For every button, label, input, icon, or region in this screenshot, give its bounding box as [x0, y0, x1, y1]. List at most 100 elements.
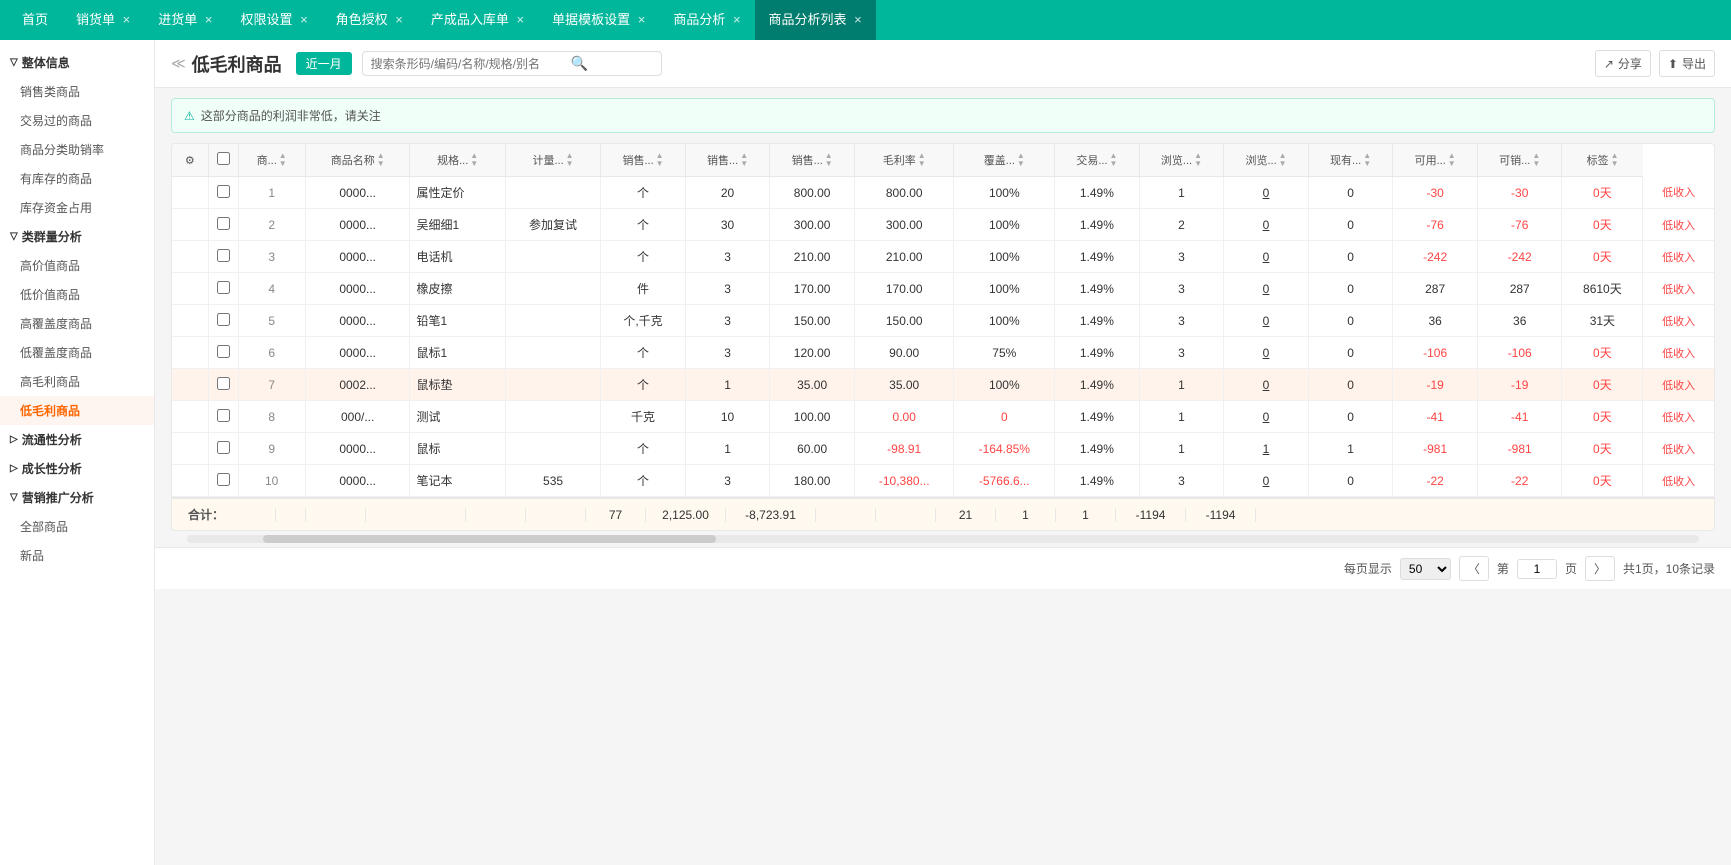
row-checkbox-7[interactable]	[208, 401, 238, 433]
sidebar-item-high-margin[interactable]: 高毛利商品	[0, 367, 154, 396]
row-name-8[interactable]: 鼠标	[410, 433, 505, 465]
th-settings[interactable]: ⚙	[172, 144, 208, 177]
th-tag[interactable]: 标签▲▼	[1562, 144, 1643, 177]
th-unit[interactable]: 计量...▲▼	[505, 144, 600, 177]
row-select-1[interactable]	[217, 217, 230, 230]
row-browse1-4[interactable]: 0	[1224, 305, 1309, 337]
th-code[interactable]: 商...▲▼	[238, 144, 305, 177]
page-number-input[interactable]	[1517, 559, 1557, 579]
row-checkbox-5[interactable]	[208, 337, 238, 369]
row-name-5[interactable]: 鼠标1	[410, 337, 505, 369]
sidebar-item-high-value[interactable]: 高价值商品	[0, 251, 154, 280]
period-tag-button[interactable]: 近一月	[296, 52, 352, 75]
row-checkbox-3[interactable]	[208, 273, 238, 305]
th-spec[interactable]: 规格...▲▼	[410, 144, 505, 177]
row-browse1-9[interactable]: 0	[1224, 465, 1309, 497]
close-sales-order-icon[interactable]: ×	[123, 12, 131, 27]
th-coverage[interactable]: 覆盖...▲▼	[954, 144, 1055, 177]
row-name-7[interactable]: 测试	[410, 401, 505, 433]
nav-product-analysis-list[interactable]: 商品分析列表 ×	[755, 0, 876, 40]
search-input[interactable]	[371, 57, 571, 71]
th-available-stock[interactable]: 可用...▲▼	[1393, 144, 1478, 177]
th-sale-qty[interactable]: 销售...▲▼	[601, 144, 686, 177]
close-permission-icon[interactable]: ×	[300, 12, 308, 27]
row-checkbox-0[interactable]	[208, 177, 238, 209]
sidebar-section-growth[interactable]: ▷ 成长性分析	[0, 454, 154, 483]
close-analysis-icon[interactable]: ×	[733, 12, 741, 27]
row-browse1-7[interactable]: 0	[1224, 401, 1309, 433]
row-select-4[interactable]	[217, 313, 230, 326]
sidebar-item-high-coverage[interactable]: 高覆盖度商品	[0, 309, 154, 338]
close-product-icon[interactable]: ×	[517, 12, 525, 27]
sidebar-item-category-sales-rate[interactable]: 商品分类助销率	[0, 135, 154, 164]
nav-permission-settings[interactable]: 权限设置 ×	[226, 0, 321, 40]
th-checkbox[interactable]	[208, 144, 238, 177]
row-browse1-8[interactable]: 1	[1224, 433, 1309, 465]
sidebar-section-overall[interactable]: ▽ 整体信息	[0, 48, 154, 77]
row-select-5[interactable]	[217, 345, 230, 358]
row-select-7[interactable]	[217, 409, 230, 422]
row-checkbox-6[interactable]	[208, 369, 238, 401]
sidebar-section-marketing[interactable]: ▽ 营销推广分析	[0, 483, 154, 512]
row-browse1-2[interactable]: 0	[1224, 241, 1309, 273]
row-name-9[interactable]: 笔记本	[410, 465, 505, 497]
sidebar-section-circulation[interactable]: ▷ 流通性分析	[0, 425, 154, 454]
nav-purchase-order[interactable]: 进货单 ×	[144, 0, 226, 40]
row-select-6[interactable]	[217, 377, 230, 390]
sidebar-item-new-goods[interactable]: 新品	[0, 541, 154, 570]
row-checkbox-4[interactable]	[208, 305, 238, 337]
row-name-6[interactable]: 鼠标垫	[410, 369, 505, 401]
th-browse1[interactable]: 浏览...▲▼	[1139, 144, 1224, 177]
row-browse1-0[interactable]: 0	[1224, 177, 1309, 209]
nav-home[interactable]: 首页	[8, 0, 62, 40]
row-browse1-5[interactable]: 0	[1224, 337, 1309, 369]
nav-template-settings[interactable]: 单据模板设置 ×	[538, 0, 659, 40]
sidebar-item-inventory-capital[interactable]: 库存资金占用	[0, 193, 154, 222]
row-checkbox-8[interactable]	[208, 433, 238, 465]
close-template-icon[interactable]: ×	[638, 12, 646, 27]
nav-product-entry[interactable]: 产成品入库单 ×	[417, 0, 538, 40]
th-name[interactable]: 商品名称▲▼	[305, 144, 410, 177]
row-checkbox-1[interactable]	[208, 209, 238, 241]
search-icon[interactable]: 🔍	[571, 55, 588, 72]
row-checkbox-2[interactable]	[208, 241, 238, 273]
nav-sales-order[interactable]: 销货单 ×	[62, 0, 144, 40]
sidebar-item-low-value[interactable]: 低价值商品	[0, 280, 154, 309]
row-select-8[interactable]	[217, 441, 230, 454]
row-select-9[interactable]	[217, 473, 230, 486]
prev-page-button[interactable]: 〈	[1459, 556, 1489, 581]
row-name-2[interactable]: 电话机	[410, 241, 505, 273]
th-gross-margin[interactable]: 毛利率▲▼	[854, 144, 954, 177]
sidebar-item-sales-goods[interactable]: 销售类商品	[0, 77, 154, 106]
row-browse1-1[interactable]: 0	[1224, 209, 1309, 241]
sidebar-collapse-btn[interactable]: ≪	[171, 55, 186, 72]
row-select-0[interactable]	[217, 185, 230, 198]
sidebar-item-low-margin[interactable]: 低毛利商品	[0, 396, 154, 425]
row-checkbox-9[interactable]	[208, 465, 238, 497]
sidebar-section-cluster[interactable]: ▽ 类群量分析	[0, 222, 154, 251]
row-select-2[interactable]	[217, 249, 230, 262]
th-sellable-days[interactable]: 可销...▲▼	[1477, 144, 1562, 177]
nav-role-auth[interactable]: 角色授权 ×	[322, 0, 417, 40]
sidebar-item-inventory-goods[interactable]: 有库存的商品	[0, 164, 154, 193]
page-size-select[interactable]: 50 100 200	[1400, 558, 1451, 580]
th-sale-amount[interactable]: 销售...▲▼	[770, 144, 855, 177]
close-purchase-order-icon[interactable]: ×	[205, 12, 213, 27]
export-button[interactable]: ⬆ 导出	[1659, 50, 1715, 77]
share-button[interactable]: ↗ 分享	[1595, 50, 1651, 77]
select-all-checkbox[interactable]	[217, 152, 230, 165]
row-name-1[interactable]: 吴细细1	[410, 209, 505, 241]
nav-product-analysis[interactable]: 商品分析 ×	[659, 0, 754, 40]
th-browse2[interactable]: 浏览...▲▼	[1224, 144, 1309, 177]
row-name-3[interactable]: 橡皮擦	[410, 273, 505, 305]
close-role-icon[interactable]: ×	[395, 12, 403, 27]
next-page-button[interactable]: 〉	[1585, 556, 1615, 581]
th-current-stock[interactable]: 现有...▲▼	[1308, 144, 1393, 177]
row-select-3[interactable]	[217, 281, 230, 294]
th-sale-price[interactable]: 销售...▲▼	[685, 144, 770, 177]
row-name-4[interactable]: 铅笔1	[410, 305, 505, 337]
sidebar-item-traded-goods[interactable]: 交易过的商品	[0, 106, 154, 135]
close-analysis-list-icon[interactable]: ×	[854, 12, 862, 27]
row-browse1-6[interactable]: 0	[1224, 369, 1309, 401]
sidebar-item-low-coverage[interactable]: 低覆盖度商品	[0, 338, 154, 367]
